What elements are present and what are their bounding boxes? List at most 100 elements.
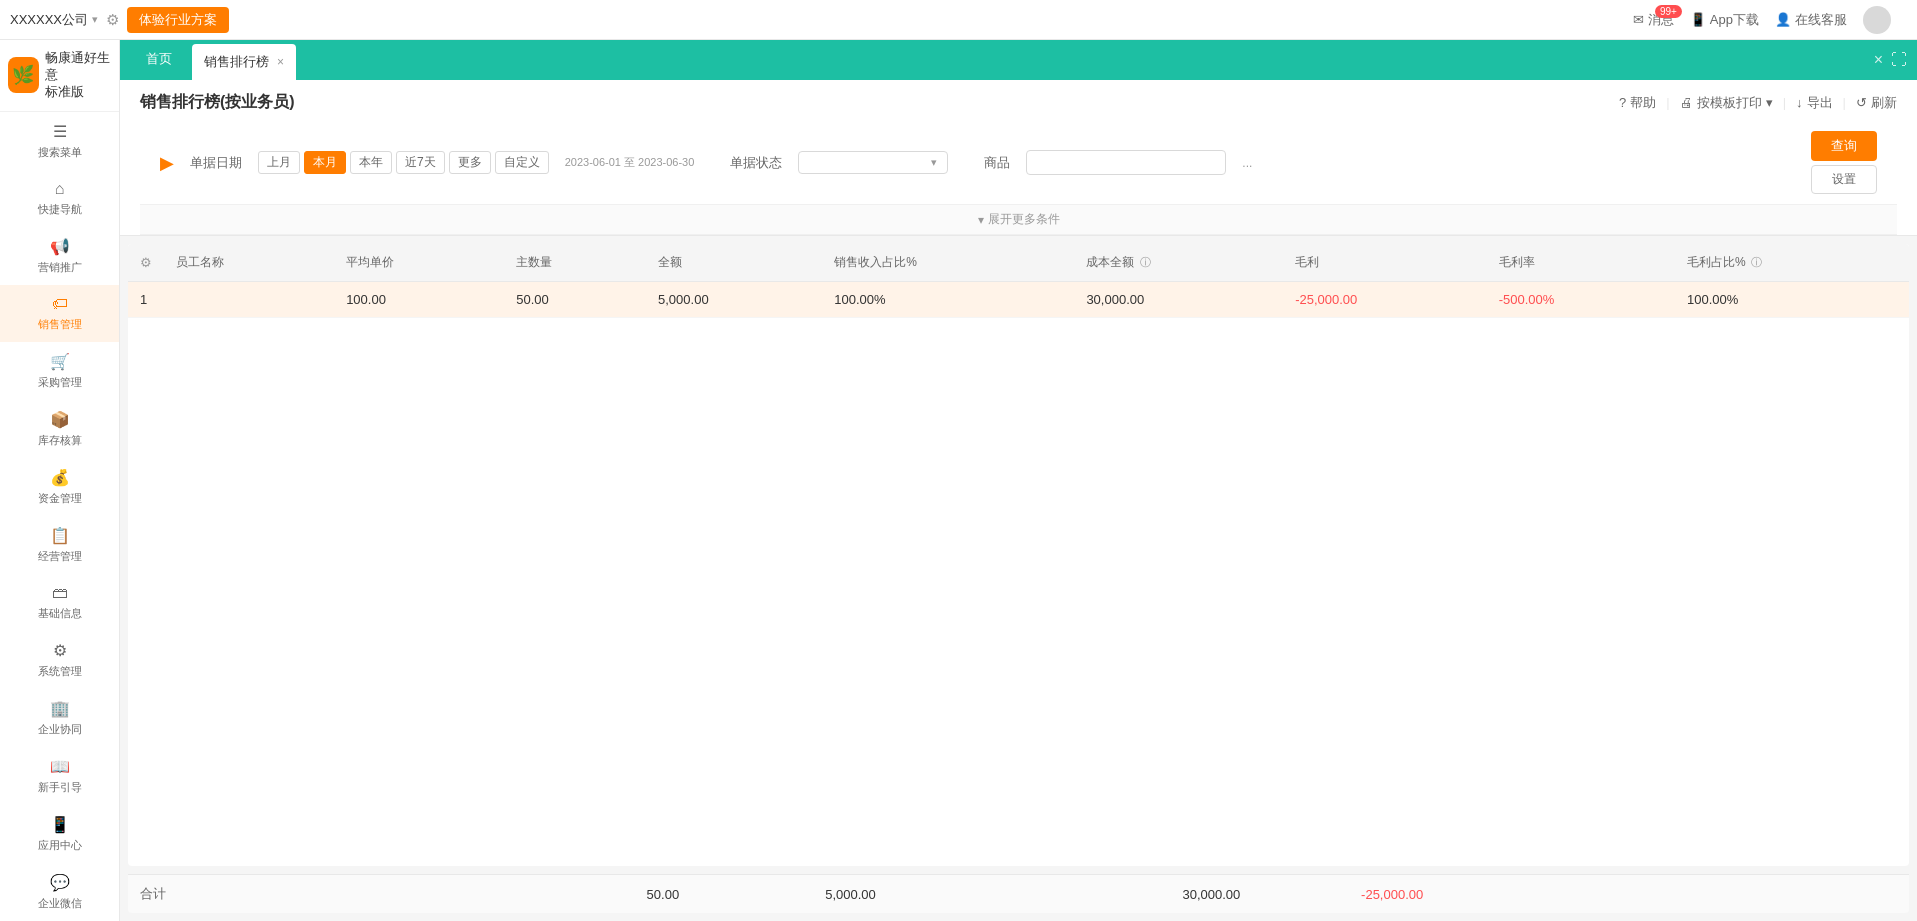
refresh-button[interactable]: ↺ 刷新 [1856,94,1897,112]
sidebar-label-search: 搜索菜单 [38,145,82,160]
page-header: 销售排行榜(按业务员) ? 帮助 | 🖨 按模板打印 ▾ | [120,80,1917,236]
more-filters-icon[interactable]: ... [1242,156,1252,170]
purchase-icon: 🛒 [50,352,70,371]
expand-icon: ▾ [978,213,984,227]
th-gross-rate: 毛利率 [1487,244,1675,282]
cell-gross: -25,000.00 [1283,282,1487,318]
sidebar-label-enterprise: 企业协同 [38,722,82,737]
sidebar-item-quick-nav[interactable]: ⌂ 快捷导航 [0,170,119,227]
sidebar-item-purchase[interactable]: 🛒 采购管理 [0,342,119,400]
query-button[interactable]: 查询 [1811,131,1877,161]
date-btn-more[interactable]: 更多 [449,151,491,174]
cell-name [164,282,334,318]
divider1: | [1666,95,1669,110]
sidebar-logo: 🌿 畅康通好生意 标准版 [0,40,119,112]
status-chevron-icon: ▾ [931,156,937,169]
avatar[interactable] [1863,6,1891,34]
online-service-button[interactable]: 👤 在线客服 [1775,11,1847,29]
sidebar-item-marketing[interactable]: 📢 营销推广 [0,227,119,285]
sidebar-item-operation[interactable]: 📋 经营管理 [0,516,119,574]
goods-input[interactable] [1026,150,1226,175]
page-content: 销售排行榜(按业务员) ? 帮助 | 🖨 按模板打印 ▾ | [120,80,1917,921]
trial-button[interactable]: 体验行业方案 [127,7,229,33]
date-btn-7days[interactable]: 近7天 [396,151,445,174]
print-icon: 🖨 [1680,95,1693,110]
print-label: 按模板打印 [1697,94,1762,112]
footer-cost: 30,000.00 [1182,887,1361,902]
tab-home[interactable]: 首页 [130,40,188,80]
help-label: 帮助 [1630,94,1656,112]
status-select[interactable]: ▾ [798,151,948,174]
filter-collapse-icon[interactable]: ▶ [160,152,174,174]
expand-label: 展开更多条件 [988,211,1060,228]
app-download-button[interactable]: 📱 App下载 [1690,11,1759,29]
date-btn-current-month[interactable]: 本月 [304,151,346,174]
message-button[interactable]: ✉ 消息 99+ [1633,11,1674,29]
th-amount: 全额 [646,244,822,282]
sidebar-label-wechat: 企业微信 [38,896,82,911]
cost-info-icon[interactable]: ⓘ [1140,256,1151,268]
date-range: 2023-06-01 至 2023-06-30 [565,155,695,170]
cell-cost: 30,000.00 [1074,282,1283,318]
marketing-icon: 📢 [50,237,70,256]
sidebar-label-quick-nav: 快捷导航 [38,202,82,217]
page-title-row: 销售排行榜(按业务员) ? 帮助 | 🖨 按模板打印 ▾ | [140,92,1897,113]
th-settings: ⚙ [128,244,164,282]
close-all-icon[interactable]: × [1874,51,1883,69]
sidebar-label-purchase: 采购管理 [38,375,82,390]
cell-sales-pct: 100.00% [822,282,1074,318]
cell-gross-rate: -500.00% [1487,282,1675,318]
footer-amount: 5,000.00 [825,887,1004,902]
home-icon: ⌂ [55,180,65,198]
date-buttons: 上月 本月 本年 近7天 更多 自定义 [258,151,549,174]
tab-sales-ranking[interactable]: 销售排行榜 × [192,44,296,80]
company-selector[interactable]: XXXXXX公司 ▾ [10,11,98,29]
th-avg-price: 平均单价 [334,244,504,282]
sidebar-item-system[interactable]: ⚙ 系统管理 [0,631,119,689]
sidebar-item-apps[interactable]: 📱 应用中心 [0,805,119,863]
sidebar-label-inventory: 库存核算 [38,433,82,448]
sidebar-item-guide[interactable]: 📖 新手引导 [0,747,119,805]
basic-icon: 🗃 [52,584,68,602]
sidebar-item-sales[interactable]: 🏷 销售管理 [0,285,119,342]
date-btn-prev-month[interactable]: 上月 [258,151,300,174]
print-button[interactable]: 🖨 按模板打印 ▾ [1680,94,1773,112]
tab-close-icon[interactable]: × [277,55,284,69]
sidebar-label-operation: 经营管理 [38,549,82,564]
cell-gross-pct: 100.00% [1675,282,1909,318]
help-button[interactable]: ? 帮助 [1619,94,1656,112]
help-icon: ? [1619,95,1626,110]
data-table: ⚙ 员工名称 平均单价 主数量 全额 销售收入占比% 成本全额 ⓘ 毛利 毛利率 [128,244,1909,318]
sidebar-item-inventory[interactable]: 📦 库存核算 [0,400,119,458]
export-button[interactable]: ↓ 导出 [1796,94,1833,112]
system-icon: ⚙ [53,641,67,660]
logo-line2: 标准版 [45,84,111,101]
table-header-row: ⚙ 员工名称 平均单价 主数量 全额 销售收入占比% 成本全额 ⓘ 毛利 毛利率 [128,244,1909,282]
cell-amount: 5,000.00 [646,282,822,318]
divider2: | [1783,95,1786,110]
refresh-label: 刷新 [1871,94,1897,112]
settings-button[interactable]: 设置 [1811,165,1877,194]
tab-bar-right: × ⛶ [1874,51,1907,69]
sidebar-item-enterprise[interactable]: 🏢 企业协同 [0,689,119,747]
sidebar-item-wechat[interactable]: 💬 企业微信 [0,863,119,921]
sidebar-item-finance[interactable]: 💰 资金管理 [0,458,119,516]
date-btn-year[interactable]: 本年 [350,151,392,174]
sidebar-item-basic[interactable]: 🗃 基础信息 [0,574,119,631]
gear-icon[interactable]: ⚙ [106,11,119,29]
sidebar-label-finance: 资金管理 [38,491,82,506]
table-wrapper: ⚙ 员工名称 平均单价 主数量 全额 销售收入占比% 成本全额 ⓘ 毛利 毛利率 [128,244,1909,866]
grosspct-info-icon[interactable]: ⓘ [1751,256,1762,268]
cell-avg-price: 100.00 [334,282,504,318]
date-btn-custom[interactable]: 自定义 [495,151,549,174]
table-footer: 合计 50.00 5,000.00 30,000.00 -25,000.00 [128,874,1909,913]
divider3: | [1843,95,1846,110]
sidebar-item-search[interactable]: ☰ 搜索菜单 [0,112,119,170]
filter-row: ▶ 单据日期 上月 本月 本年 近7天 更多 自定义 2023-06-01 至 … [140,121,1897,204]
app-label: App下载 [1710,11,1759,29]
footer-spacer5 [1718,887,1897,902]
fullscreen-icon[interactable]: ⛶ [1891,51,1907,69]
inventory-icon: 📦 [50,410,70,429]
column-settings-icon[interactable]: ⚙ [140,255,152,270]
expand-more-bar[interactable]: ▾ 展开更多条件 [140,204,1897,235]
